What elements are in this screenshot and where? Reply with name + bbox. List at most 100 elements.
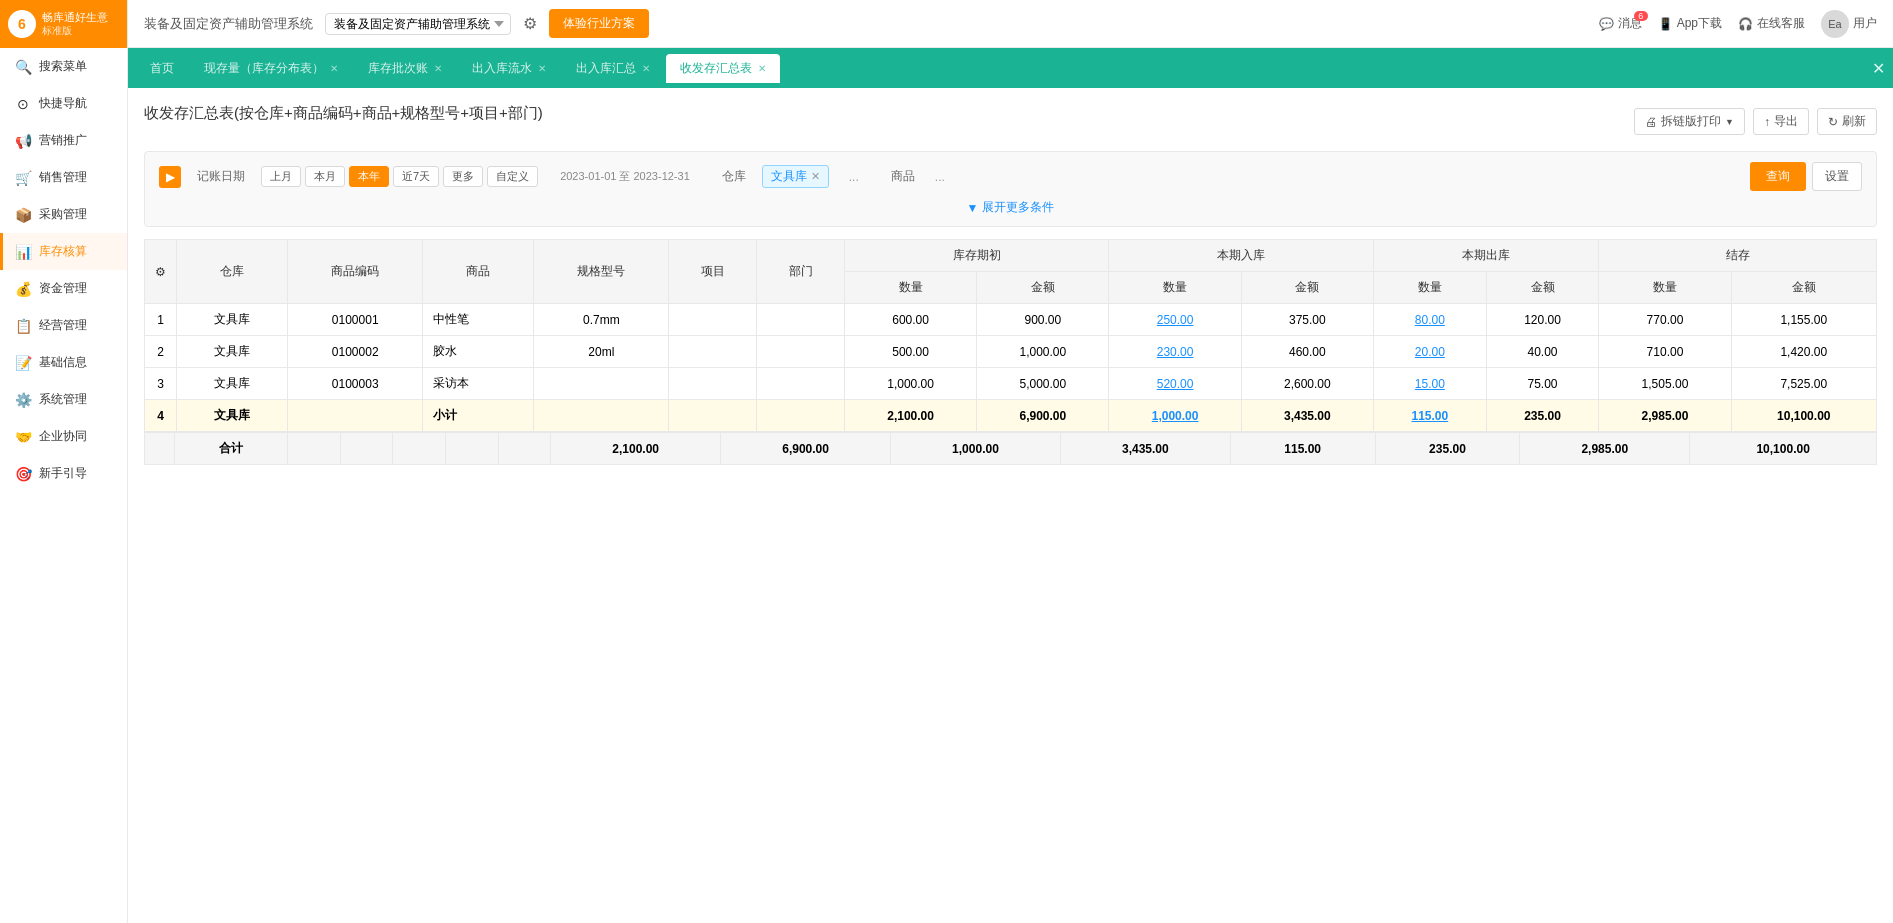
tab-close-icon[interactable]: ✕ <box>434 63 442 74</box>
sidebar-item-finance[interactable]: 💰资金管理 <box>0 270 127 307</box>
sidebar-item-basic[interactable]: 📝基础信息 <box>0 344 127 381</box>
warehouse-more[interactable]: ... <box>849 170 859 184</box>
tab-home[interactable]: 首页 <box>136 54 188 83</box>
tab-inout_summary[interactable]: 出入库汇总✕ <box>562 54 664 83</box>
message-action[interactable]: 💬 消息 6 <box>1599 15 1642 32</box>
cell-closing-amt: 1,420.00 <box>1731 336 1876 368</box>
cell-spec: 20ml <box>534 336 669 368</box>
purchase-icon: 📦 <box>15 207 31 223</box>
refresh-button[interactable]: ↻ 刷新 <box>1817 108 1877 135</box>
date-btn-more[interactable]: 更多 <box>443 166 483 187</box>
cell-project <box>669 336 757 368</box>
cell-code: 0100001 <box>288 304 423 336</box>
tab-close-icon[interactable]: ✕ <box>758 63 766 74</box>
service-action[interactable]: 🎧 在线客服 <box>1738 15 1805 32</box>
warehouse-tag-label: 文具库 <box>771 168 807 185</box>
tab-recv_send[interactable]: 收发存汇总表✕ <box>666 54 780 83</box>
sidebar-item-search[interactable]: 🔍搜索菜单 <box>0 48 127 85</box>
cell-out-qty[interactable]: 115.00 <box>1373 400 1486 432</box>
cell-in-qty[interactable]: 520.00 <box>1109 368 1241 400</box>
cell-in-qty[interactable]: 230.00 <box>1109 336 1241 368</box>
sidebar-item-guide[interactable]: 🎯新手引导 <box>0 455 127 492</box>
th-name: 商品 <box>423 240 534 304</box>
date-btn-this-year[interactable]: 本年 <box>349 166 389 187</box>
footer-empty-1 <box>145 433 175 465</box>
footer-label: 合计 <box>175 433 288 465</box>
expand-conditions-btn[interactable]: ▼ 展开更多条件 <box>159 199 1862 216</box>
settings-button[interactable]: 设置 <box>1812 162 1862 191</box>
tab-bar: 首页现存量（库存分布表）✕库存批次账✕出入库流水✕出入库汇总✕收发存汇总表✕✕ <box>128 48 1893 88</box>
export-button[interactable]: ↑ 导出 <box>1753 108 1809 135</box>
table-row: 3文具库0100003采访本1,000.005,000.00520.002,60… <box>145 368 1877 400</box>
tab-inout_flow[interactable]: 出入库流水✕ <box>458 54 560 83</box>
th-gear[interactable]: ⚙ <box>145 240 177 304</box>
cell-out-amt: 235.00 <box>1486 400 1599 432</box>
system-selector[interactable]: 装备及固定资产辅助管理系统 <box>325 13 511 35</box>
sidebar-item-collab[interactable]: 🤝企业协同 <box>0 418 127 455</box>
tab-batch[interactable]: 库存批次账✕ <box>354 54 456 83</box>
brand-title: 畅库通好生意 <box>42 10 108 24</box>
page-title: 收发存汇总表(按仓库+商品编码+商品+规格型号+项目+部门) <box>144 104 543 123</box>
sidebar-item-inventory[interactable]: 📊 库存核算 <box>0 233 127 270</box>
warehouse-tag-close[interactable]: ✕ <box>811 170 820 183</box>
gear-icon[interactable]: ⚙ <box>155 265 166 279</box>
cell-in-qty[interactable]: 1,000.00 <box>1109 400 1241 432</box>
date-filter-label: 记账日期 <box>197 168 245 185</box>
inventory-icon: 📊 <box>15 244 31 260</box>
cell-dept <box>757 400 845 432</box>
app-download-action[interactable]: 📱 App下载 <box>1658 15 1722 32</box>
tabbar-close-button[interactable]: ✕ <box>1872 59 1885 78</box>
product-filter-label: 商品 <box>891 168 915 185</box>
cell-dept <box>757 336 845 368</box>
sidebar-item-label: 快捷导航 <box>39 95 87 112</box>
product-more[interactable]: ... <box>935 170 945 184</box>
cell-opening-qty: 500.00 <box>844 336 976 368</box>
footer-closing-qty: 2,985.00 <box>1520 433 1690 465</box>
warehouse-filter-label: 仓库 <box>722 168 746 185</box>
sidebar-item-marketing[interactable]: 📢营销推广 <box>0 122 127 159</box>
topbar: 装备及固定资产辅助管理系统 装备及固定资产辅助管理系统 ⚙ 体验行业方案 💬 消… <box>128 0 1893 48</box>
date-btn-7days[interactable]: 近7天 <box>393 166 439 187</box>
query-button[interactable]: 查询 <box>1750 162 1806 191</box>
footer-table: 合计 2,100.00 6,900.00 1,000.00 3,435.00 1… <box>144 432 1877 465</box>
user-action[interactable]: Ea 用户 <box>1821 10 1877 38</box>
cell-out-qty[interactable]: 15.00 <box>1373 368 1486 400</box>
sidebar-item-sales[interactable]: 🛒销售管理 <box>0 159 127 196</box>
sidebar-brand: 畅库通好生意 标准版 <box>42 10 108 38</box>
sidebar-item-label: 经营管理 <box>39 317 87 334</box>
cell-project <box>669 304 757 336</box>
tab-close-icon[interactable]: ✕ <box>642 63 650 74</box>
sidebar-item-label: 库存核算 <box>39 243 87 260</box>
cell-index: 2 <box>145 336 177 368</box>
sidebar-item-purchase[interactable]: 📦采购管理 <box>0 196 127 233</box>
th-warehouse: 仓库 <box>177 240 288 304</box>
collab-icon: 🤝 <box>15 429 31 445</box>
date-btn-last-month[interactable]: 上月 <box>261 166 301 187</box>
refresh-icon: ↻ <box>1828 115 1838 129</box>
th-project: 项目 <box>669 240 757 304</box>
print-icon: 🖨 <box>1645 115 1657 129</box>
guide-icon: 🎯 <box>15 466 31 482</box>
filter-arrow-button[interactable]: ▶ <box>159 166 181 188</box>
tab-close-icon[interactable]: ✕ <box>538 63 546 74</box>
settings-icon[interactable]: ⚙ <box>523 14 537 33</box>
cell-index: 3 <box>145 368 177 400</box>
sidebar-item-system[interactable]: ⚙️系统管理 <box>0 381 127 418</box>
date-btn-custom[interactable]: 自定义 <box>487 166 538 187</box>
tab-stock_dist[interactable]: 现存量（库存分布表）✕ <box>190 54 352 83</box>
sidebar-item-operations[interactable]: 📋经营管理 <box>0 307 127 344</box>
print-button[interactable]: 🖨 拆链版打印 ▼ <box>1634 108 1745 135</box>
cell-in-qty[interactable]: 250.00 <box>1109 304 1241 336</box>
table-body: 1文具库0100001中性笔0.7mm600.00900.00250.00375… <box>145 304 1877 432</box>
cell-spec <box>534 368 669 400</box>
cell-out-qty[interactable]: 20.00 <box>1373 336 1486 368</box>
experience-button[interactable]: 体验行业方案 <box>549 9 649 38</box>
cell-warehouse: 文具库 <box>177 368 288 400</box>
date-btn-this-month[interactable]: 本月 <box>305 166 345 187</box>
sidebar-item-quick[interactable]: ⊙快捷导航 <box>0 85 127 122</box>
footer-row: 合计 2,100.00 6,900.00 1,000.00 3,435.00 1… <box>145 433 1877 465</box>
tab-close-icon[interactable]: ✕ <box>330 63 338 74</box>
export-label: 导出 <box>1774 113 1798 130</box>
cell-out-qty[interactable]: 80.00 <box>1373 304 1486 336</box>
brand-subtitle: 标准版 <box>42 24 108 38</box>
